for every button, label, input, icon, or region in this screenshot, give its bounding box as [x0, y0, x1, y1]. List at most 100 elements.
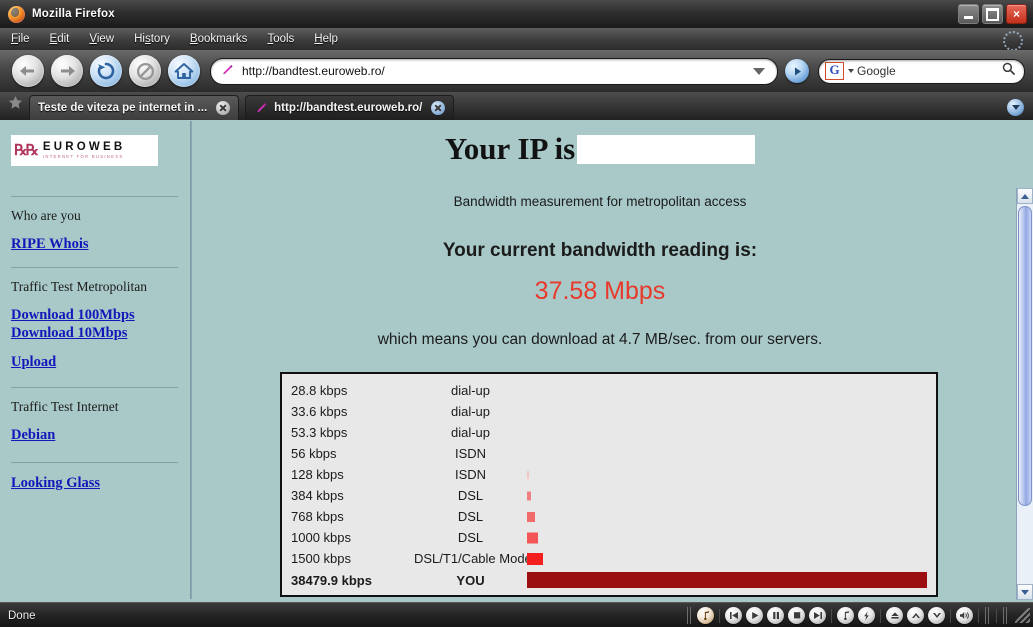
stop-icon[interactable]: [788, 607, 805, 624]
chart-row: 128 kbps ISDN: [282, 464, 936, 485]
menu-edit[interactable]: Edit: [41, 31, 79, 47]
url-dropdown-icon[interactable]: [753, 67, 765, 75]
sidebar-divider: [11, 196, 178, 197]
eject-icon[interactable]: [886, 607, 903, 624]
tab-0-close-icon[interactable]: [216, 101, 231, 115]
chart-row-speed: 56 kbps: [291, 446, 337, 461]
chart-bar: [527, 572, 927, 588]
chart-row: 384 kbps DSL: [282, 485, 936, 506]
menu-file[interactable]: File: [2, 31, 39, 47]
search-input[interactable]: Google: [857, 64, 1002, 78]
page-content: ℞℞ EUROWEB INTERNET FOR BUSINESS Who are…: [0, 120, 1033, 602]
tab-1[interactable]: http://bandtest.euroweb.ro/: [245, 95, 455, 120]
tray-grip[interactable]: [687, 607, 692, 624]
previous-icon[interactable]: [725, 607, 742, 624]
chart-row-technology: DSL: [457, 488, 484, 503]
menu-help[interactable]: Help: [305, 31, 347, 47]
bookmark-star-icon[interactable]: [8, 95, 23, 115]
chevron-down-icon[interactable]: [928, 607, 945, 624]
note-glyph: [704, 610, 709, 620]
ip-heading-row: Your IP is: [192, 131, 1008, 167]
tab-1-label: http://bandtest.euroweb.ro/: [274, 102, 423, 114]
triangle-up-icon: [1021, 193, 1029, 199]
chart-row: 33.6 kbps dial-up: [282, 401, 936, 422]
play-icon[interactable]: [746, 607, 763, 624]
go-button[interactable]: [785, 59, 809, 83]
menu-tools[interactable]: Tools: [258, 31, 303, 47]
window-title: Mozilla Firefox: [32, 8, 115, 20]
status-text: Done: [8, 609, 36, 622]
chart-row: 768 kbps DSL: [282, 506, 936, 527]
menu-history[interactable]: History: [125, 31, 179, 47]
music-note-icon[interactable]: [697, 607, 714, 624]
url-bar[interactable]: http://bandtest.euroweb.ro/: [210, 57, 778, 85]
page-scroll-down-button[interactable]: [1017, 584, 1033, 600]
title-bar: Mozilla Firefox ×: [0, 0, 1033, 29]
page-scroll-thumb[interactable]: [1018, 206, 1032, 506]
download-note: which means you can download at 4.7 MB/s…: [377, 331, 823, 348]
chart-row-speed: 128 kbps: [291, 467, 344, 482]
sidebar-link-upload[interactable]: Upload: [11, 354, 56, 371]
tab-1-close-icon[interactable]: [431, 101, 446, 115]
next-icon[interactable]: [809, 607, 826, 624]
system-tray: [684, 603, 1033, 627]
resize-grip[interactable]: [1015, 608, 1030, 623]
chevron-up-icon[interactable]: [907, 607, 924, 624]
back-button[interactable]: [12, 55, 44, 87]
page-scrollbar[interactable]: [1016, 188, 1033, 600]
forward-button[interactable]: [51, 55, 83, 87]
maximize-button[interactable]: [982, 4, 1003, 24]
stop-button[interactable]: [129, 55, 161, 87]
url-text: http://bandtest.euroweb.ro/: [242, 64, 385, 78]
chart-row-bar-cell: [527, 380, 936, 401]
tray-separator: [719, 608, 720, 623]
browser-window: Mozilla Firefox × File Edit View History…: [0, 0, 1033, 627]
chart-row-technology: YOU: [456, 572, 485, 588]
chart-row-speed: 768 kbps: [291, 509, 344, 524]
sidebar-heading-traffic-test-internet: Traffic Test Internet: [11, 399, 119, 414]
sidebar-link-download-100mbps[interactable]: Download 100Mbps: [11, 307, 135, 324]
sidebar-divider: [11, 267, 178, 268]
sidebar-link-ripe-whois[interactable]: RIPE Whois: [11, 236, 89, 253]
note-icon[interactable]: [837, 607, 854, 624]
minimize-button[interactable]: [958, 4, 979, 24]
menu-view[interactable]: View: [80, 31, 123, 47]
page-subtitle: Bandwidth measurement for metropolitan a…: [453, 194, 747, 209]
chart-row-bar-cell: [527, 485, 936, 506]
tab-0-label: Teste de viteza pe internet in ...: [38, 102, 208, 114]
pause-icon[interactable]: [767, 607, 784, 624]
chart-row: 28.8 kbps dial-up: [282, 380, 936, 401]
sidebar-link-debian[interactable]: Debian: [11, 427, 55, 444]
reload-button[interactable]: [90, 55, 122, 87]
sidebar-link-download-10mbps[interactable]: Download 10Mbps: [11, 325, 127, 342]
sidebar-frame: ℞℞ EUROWEB INTERNET FOR BUSINESS Who are…: [1, 121, 191, 599]
tray-grip[interactable]: [1003, 607, 1008, 624]
chart-bar: [527, 552, 543, 565]
chart-row-speed: 1500 kbps: [291, 551, 351, 566]
search-bar[interactable]: G Google: [818, 58, 1025, 84]
tab-0[interactable]: Teste de viteza pe internet in ...: [29, 95, 240, 120]
search-engine-caret-icon[interactable]: [848, 69, 854, 73]
chart-row: 1000 kbps DSL: [282, 527, 936, 548]
chart-row-bar-cell: [527, 443, 936, 464]
page-scroll-up-button[interactable]: [1017, 188, 1033, 204]
firefox-icon: [8, 5, 25, 23]
speaker-icon[interactable]: [956, 607, 973, 624]
tab-list-menu-button[interactable]: [1007, 99, 1024, 116]
chart-bar: [527, 470, 529, 479]
sidebar-link-looking-glass[interactable]: Looking Glass: [11, 475, 100, 492]
chart-row: 56 kbps ISDN: [282, 443, 936, 464]
tray-separator: [996, 608, 997, 623]
tray-grip[interactable]: [985, 607, 990, 624]
chart-row: 1500 kbps DSL/T1/Cable Modem: [282, 548, 936, 569]
chart-row-technology: dial-up: [450, 383, 491, 398]
home-button[interactable]: [168, 55, 200, 87]
chart-row-bar-cell: [527, 548, 936, 569]
ip-heading: Your IP is: [444, 131, 576, 166]
close-button[interactable]: ×: [1006, 4, 1027, 24]
chart-row-bar-cell: [527, 570, 936, 591]
chevron-down-icon: [1011, 105, 1020, 110]
shuffle-icon[interactable]: [858, 607, 875, 624]
chart-row-bar-cell: [527, 422, 936, 443]
menu-bookmarks[interactable]: Bookmarks: [181, 31, 257, 47]
